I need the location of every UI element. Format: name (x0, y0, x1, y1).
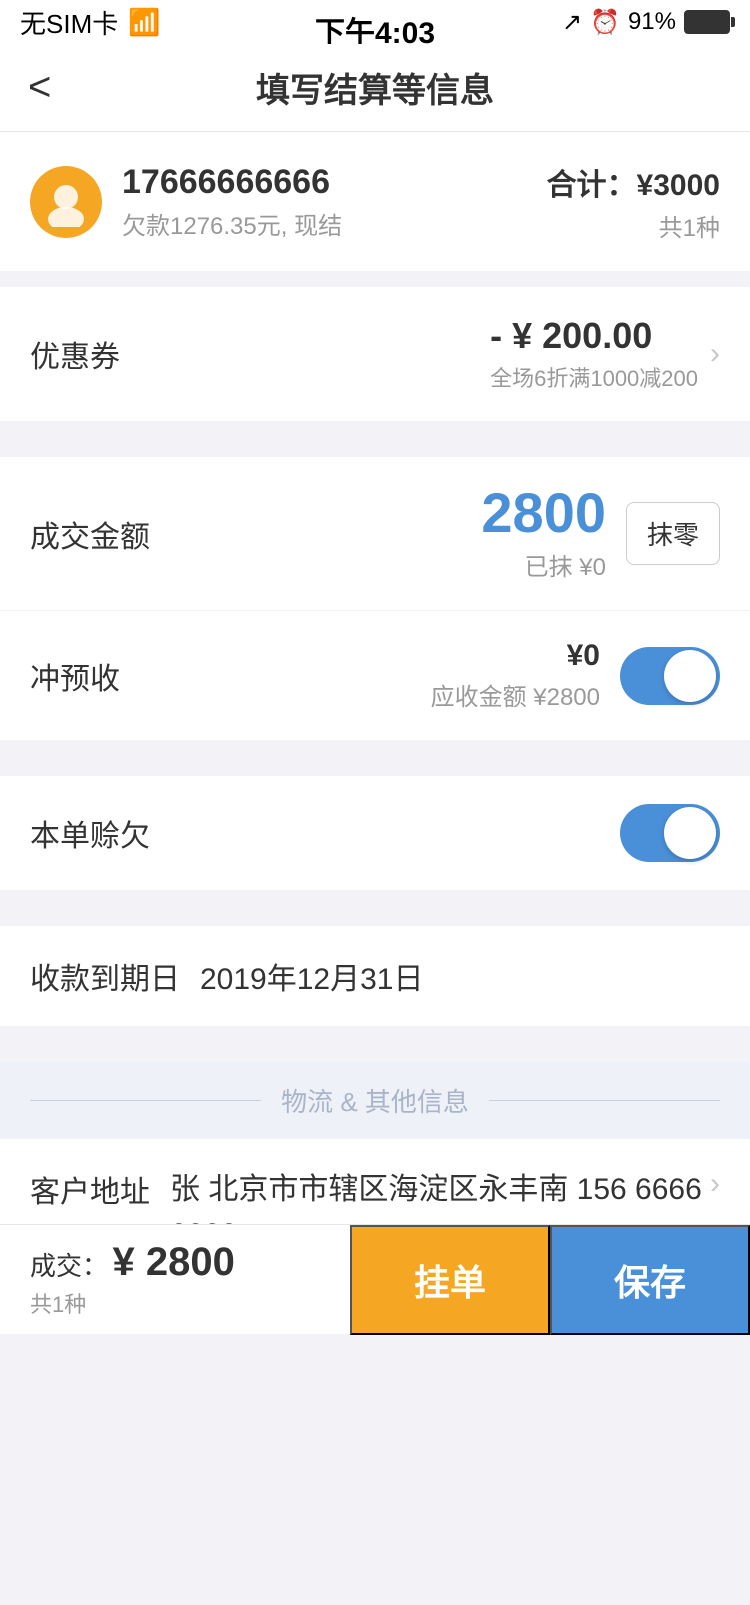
bottom-deal-amount: ¥ 2800 (112, 1240, 234, 1284)
customer-info: 17666666666 欠款1276.35元, 现结 (122, 163, 342, 241)
deal-erased: 已抹 ¥0 (481, 547, 606, 582)
bottom-deal-line: 成交： ¥ 2800 (30, 1240, 320, 1285)
logistics-line-right (489, 1100, 720, 1101)
bottom-bar: 成交： ¥ 2800 共1种 挂单 保存 (0, 1224, 750, 1334)
section-separator-4 (0, 1042, 750, 1062)
deal-amount-wrap: 2800 已抹 ¥0 (481, 485, 606, 582)
save-button[interactable]: 保存 (550, 1225, 750, 1335)
hold-button[interactable]: 挂单 (350, 1225, 550, 1335)
bottom-count: 共1种 (30, 1287, 320, 1319)
back-button[interactable]: < (28, 65, 51, 110)
status-left: 无SIM卡 📶 (20, 4, 161, 41)
status-right: ↗ ⏰ 91% (562, 8, 730, 37)
customer-phone: 17666666666 (122, 163, 342, 202)
toggle-knob (664, 650, 716, 702)
deal-right: 2800 已抹 ¥0 抹零 (481, 485, 720, 582)
deal-amount: 2800 (481, 485, 606, 541)
erase-button[interactable]: 抹零 (626, 502, 720, 565)
prepay-receivable: 应收金额 ¥2800 (431, 677, 600, 712)
coupon-desc: 全场6折满1000减200 (490, 361, 698, 393)
bottom-deal-label: 成交： (30, 1251, 108, 1281)
location-icon: ↗ (562, 8, 582, 37)
avatar-icon (41, 177, 91, 227)
due-date-row: 收款到期日 2019年12月31日 (0, 926, 750, 1026)
deal-label: 成交金额 (30, 512, 150, 556)
section-separator (0, 437, 750, 457)
customer-left: 17666666666 欠款1276.35元, 现结 (30, 163, 342, 241)
prepay-amount-wrap: ¥0 应收金额 ¥2800 (431, 639, 600, 712)
due-date: 2019年12月31日 (200, 954, 423, 998)
chevron-right-icon: › (710, 337, 720, 371)
carrier-text: 无SIM卡 (20, 4, 118, 41)
coupon-row[interactable]: 优惠券 - ¥ 200.00 全场6折满1000减200 › (0, 287, 750, 421)
debt-toggle-knob (664, 807, 716, 859)
logistics-section: 物流 & 其他信息 (0, 1062, 750, 1139)
battery-icon (684, 10, 730, 34)
debt-row: 本单赊欠 (0, 776, 750, 890)
nav-title: 填写结算等信息 (256, 63, 494, 112)
avatar (30, 166, 102, 238)
customer-right: 合计：¥3000 共1种 (547, 160, 720, 243)
prepay-label: 冲预收 (30, 654, 120, 698)
status-bar: 无SIM卡 📶 下午4:03 ↗ ⏰ 91% (0, 0, 750, 44)
logistics-line-left (30, 1100, 261, 1101)
address-chevron-icon: › (710, 1167, 720, 1201)
battery-text: 91% (628, 8, 676, 36)
total-amount: 合计：¥3000 (547, 160, 720, 204)
section-separator-3 (0, 906, 750, 926)
coupon-right: - ¥ 200.00 全场6折满1000减200 › (490, 315, 720, 393)
debt-label: 本单赊欠 (30, 811, 150, 855)
prepay-toggle[interactable] (620, 647, 720, 705)
logistics-label: 物流 & 其他信息 (261, 1082, 489, 1119)
customer-card: 17666666666 欠款1276.35元, 现结 合计：¥3000 共1种 (0, 132, 750, 271)
section-separator-2 (0, 756, 750, 776)
form-section: 成交金额 2800 已抹 ¥0 抹零 冲预收 ¥0 应收金额 ¥2800 (0, 457, 750, 740)
total-count: 共1种 (547, 208, 720, 243)
bottom-summary: 成交： ¥ 2800 共1种 (0, 1240, 350, 1319)
due-label: 收款到期日 (30, 954, 180, 998)
coupon-amount: - ¥ 200.00 (490, 315, 698, 357)
deal-amount-row: 成交金额 2800 已抹 ¥0 抹零 (0, 457, 750, 611)
debt-toggle[interactable] (620, 804, 720, 862)
coupon-label: 优惠券 (30, 332, 120, 376)
customer-debt: 欠款1276.35元, 现结 (122, 206, 342, 241)
alarm-icon: ⏰ (590, 8, 620, 37)
prepay-right: ¥0 应收金额 ¥2800 (431, 639, 720, 712)
prepay-row: 冲预收 ¥0 应收金额 ¥2800 (0, 611, 750, 740)
content: 17666666666 欠款1276.35元, 现结 合计：¥3000 共1种 … (0, 132, 750, 1605)
coupon-info: - ¥ 200.00 全场6折满1000减200 (490, 315, 698, 393)
wifi-icon: 📶 (128, 7, 160, 38)
address-label: 客户地址 (30, 1167, 150, 1211)
prepay-amount: ¥0 (431, 639, 600, 673)
nav-bar: < 填写结算等信息 (0, 44, 750, 132)
